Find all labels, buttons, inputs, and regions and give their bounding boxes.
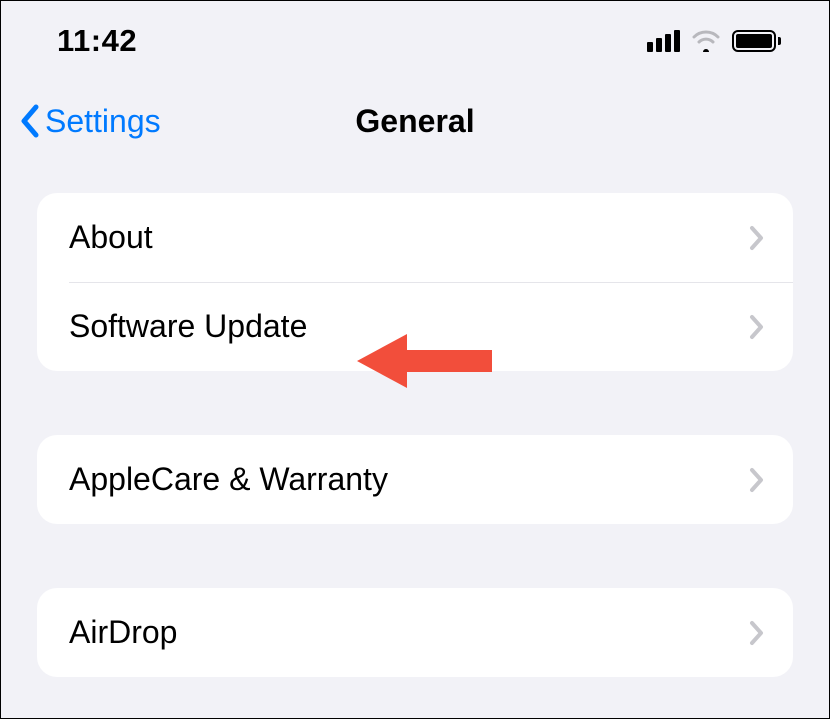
back-button[interactable]: Settings bbox=[19, 103, 161, 140]
settings-group: AirDrop bbox=[37, 588, 793, 677]
row-label: About bbox=[69, 219, 153, 256]
row-label: Software Update bbox=[69, 308, 307, 345]
row-software-update[interactable]: Software Update bbox=[37, 282, 793, 371]
status-time: 11:42 bbox=[57, 23, 137, 59]
row-applecare-warranty[interactable]: AppleCare & Warranty bbox=[37, 435, 793, 524]
status-bar: 11:42 bbox=[1, 1, 829, 81]
settings-general-screen: 11:42 Set bbox=[1, 1, 829, 718]
settings-group: About Software Update bbox=[37, 193, 793, 371]
settings-group: AppleCare & Warranty bbox=[37, 435, 793, 524]
row-label: AppleCare & Warranty bbox=[69, 461, 388, 498]
row-about[interactable]: About bbox=[37, 193, 793, 282]
row-airdrop[interactable]: AirDrop bbox=[37, 588, 793, 677]
chevron-left-icon bbox=[19, 103, 41, 139]
chevron-right-icon bbox=[749, 466, 765, 494]
back-label: Settings bbox=[45, 103, 161, 140]
battery-icon bbox=[732, 30, 781, 52]
wifi-icon bbox=[692, 30, 720, 52]
cellular-signal-icon bbox=[647, 30, 680, 52]
chevron-right-icon bbox=[749, 224, 765, 252]
nav-bar: Settings General bbox=[1, 81, 829, 161]
status-icons bbox=[647, 30, 781, 52]
row-label: AirDrop bbox=[69, 614, 177, 651]
chevron-right-icon bbox=[749, 619, 765, 647]
chevron-right-icon bbox=[749, 313, 765, 341]
content: About Software Update AppleCare & Warran… bbox=[1, 161, 829, 677]
